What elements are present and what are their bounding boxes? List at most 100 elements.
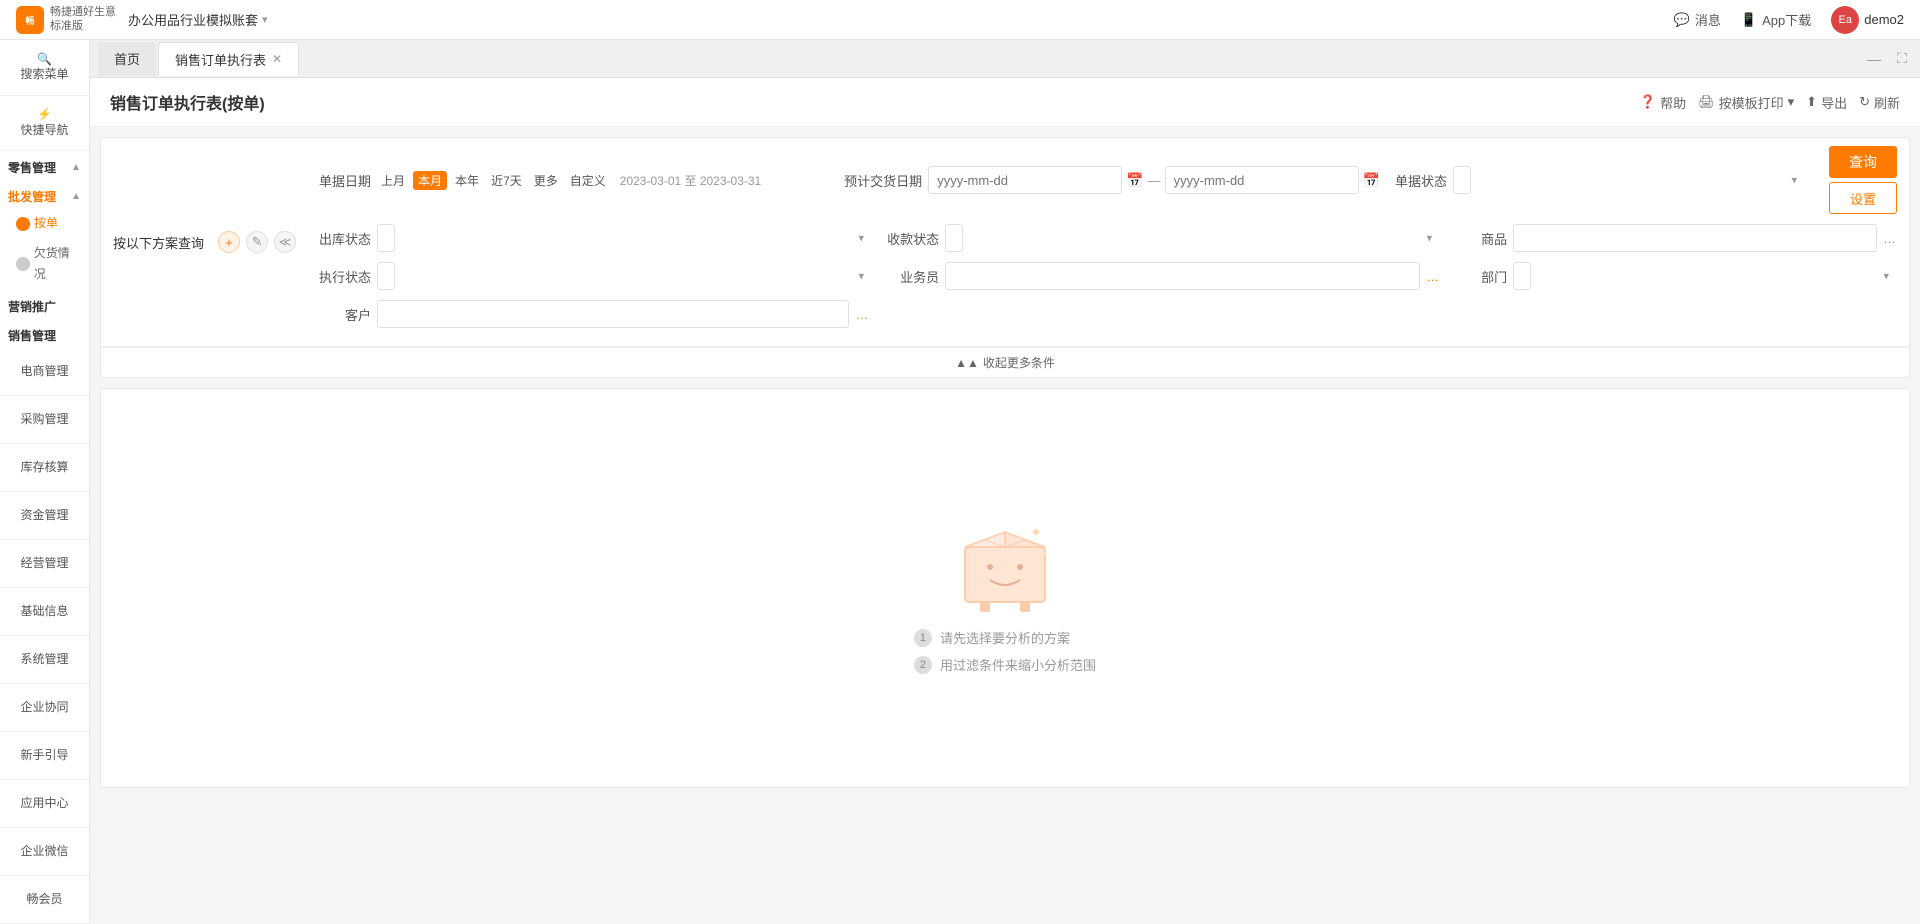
empty-hint-1: 1 请先选择要分析的方案: [914, 628, 1096, 647]
chevron-down-icon: ▾: [262, 13, 268, 26]
page-header: 销售订单执行表(按单) ❓ 帮助 🖨 按模板打印 ▾ ⬆: [90, 78, 1920, 127]
customer-label: 客户: [316, 305, 371, 324]
collect-status-field: 收款状态: [884, 224, 1440, 252]
tab-maximize-icon[interactable]: ⛶: [1892, 49, 1912, 69]
tab-home[interactable]: 首页: [98, 42, 156, 76]
hint-num-2: 2: [914, 656, 932, 674]
top-title[interactable]: 办公用品行业模拟账套 ▾: [128, 10, 268, 29]
logo[interactable]: 畅 畅捷通好生意 标准版: [16, 6, 116, 34]
sidebar-item-sales-mgmt[interactable]: 销售管理: [0, 319, 89, 348]
collapse-button[interactable]: ≪: [274, 231, 296, 253]
grey-dot-icon: [16, 257, 30, 271]
date-tab-last7[interactable]: 近7天: [487, 170, 526, 191]
out-status-select-wrapper: [377, 224, 872, 252]
date-tab-this-year[interactable]: 本年: [451, 170, 483, 191]
collect-status-select[interactable]: [945, 224, 963, 252]
quick-search-label: 按以下方案查询: [113, 233, 204, 252]
refresh-button[interactable]: ↻ 刷新: [1859, 93, 1900, 112]
date-tab-this-month[interactable]: 本月: [413, 171, 447, 190]
sidebar-item-marketing[interactable]: 营销推广: [0, 290, 89, 319]
add-scheme-button[interactable]: +: [218, 231, 240, 253]
help-icon: ❓: [1640, 94, 1656, 110]
sidebar-item-basic-info[interactable]: 基础信息: [0, 588, 89, 636]
date-tab-last-month[interactable]: 上月: [377, 170, 409, 191]
calendar-icon[interactable]: 📅: [1126, 172, 1143, 189]
sidebar-item-new-guide[interactable]: 新手引导: [0, 732, 89, 780]
sidebar-item-wholesale[interactable]: 批发管理 ▲: [0, 180, 89, 209]
sidebar-item-app-center[interactable]: 应用中心: [0, 780, 89, 828]
expected-date-to[interactable]: [1165, 166, 1359, 194]
sidebar-item-quick-nav[interactable]: ⚡ 快捷导航: [0, 96, 89, 152]
expected-date-field: 预计交货日期 📅 — 📅: [844, 166, 1380, 194]
date-tab-custom[interactable]: 自定义: [566, 170, 610, 191]
sidebar-item-inventory[interactable]: 库存核算: [0, 444, 89, 492]
out-status-label: 出库状态: [316, 229, 371, 248]
sidebar-item-retail[interactable]: 零售管理 ▲: [0, 151, 89, 180]
svg-text:畅: 畅: [25, 15, 34, 26]
calendar-icon-2[interactable]: 📅: [1363, 172, 1380, 189]
settings-button[interactable]: 设置: [1829, 182, 1897, 214]
chevron-icon: ▲: [71, 162, 81, 173]
department-select[interactable]: [1513, 262, 1531, 290]
filter-header-icons: + ✎ ≪: [218, 231, 296, 253]
goods-more-icon[interactable]: …: [1883, 231, 1897, 246]
salesperson-input[interactable]: [945, 262, 1420, 290]
edit-scheme-button[interactable]: ✎: [246, 231, 268, 253]
filter-fields: 单据日期 上月 本月 本年 近7天 更多 自定义: [296, 146, 1897, 338]
tab-minimize-icon[interactable]: —: [1864, 49, 1884, 69]
sidebar-item-operations[interactable]: 经营管理: [0, 540, 89, 588]
orange-dot-icon: [16, 217, 30, 231]
doc-status-select-wrapper: [1453, 166, 1805, 194]
filter-row-1: 单据日期 上月 本月 本年 近7天 更多 自定义: [316, 146, 1897, 214]
print-button[interactable]: 🖨 按模板打印 ▾: [1698, 93, 1794, 112]
query-settings-buttons: 查询 设置: [1829, 146, 1897, 214]
date-field: 单据日期 上月 本月 本年 近7天 更多 自定义: [316, 170, 832, 191]
collapse-up-icon: ▲▲: [955, 356, 979, 370]
out-status-field: 出库状态: [316, 224, 872, 252]
sidebar-item-purchase[interactable]: 采购管理: [0, 396, 89, 444]
sidebar-sub-owe-info[interactable]: 欠货情况: [0, 239, 89, 290]
date-tab-more[interactable]: 更多: [530, 170, 562, 191]
app-download-action[interactable]: 📱 App下载: [1741, 10, 1811, 29]
page-title: 销售订单执行表(按单): [110, 90, 265, 114]
tab-bar: 首页 销售订单执行表 ✕ — ⛶: [90, 40, 1920, 78]
sidebar-item-enterprise[interactable]: 企业协同: [0, 684, 89, 732]
tab-close-icon[interactable]: ✕: [272, 52, 282, 66]
empty-hints: 1 请先选择要分析的方案 2 用过滤条件来缩小分析范围: [914, 628, 1096, 674]
nav-icon: ⚡: [37, 107, 52, 123]
message-action[interactable]: 💬 消息: [1674, 10, 1721, 29]
out-status-select[interactable]: [377, 224, 395, 252]
filter-row-4: 客户 …: [316, 300, 1897, 328]
sidebar-item-search-menu[interactable]: 🔍 搜索菜单: [0, 40, 89, 96]
customer-input[interactable]: [377, 300, 849, 328]
user-profile[interactable]: Ea demo2: [1831, 6, 1904, 34]
sidebar-item-finance[interactable]: 资金管理: [0, 492, 89, 540]
sidebar-item-enterprise-wechat[interactable]: 企业微信: [0, 828, 89, 876]
customer-more-icon[interactable]: …: [855, 307, 869, 322]
empty-hint-2: 2 用过滤条件来缩小分析范围: [914, 655, 1096, 674]
expected-date-from[interactable]: [928, 166, 1122, 194]
sidebar-item-system[interactable]: 系统管理: [0, 636, 89, 684]
sidebar-item-ecommerce[interactable]: 电商管理: [0, 348, 89, 396]
sidebar-item-member[interactable]: 畅会员: [0, 876, 89, 924]
logo-text: 畅捷通好生意 标准版: [50, 6, 116, 32]
date-label: 单据日期: [316, 171, 371, 190]
department-select-wrapper: [1513, 262, 1897, 290]
query-button[interactable]: 查询: [1829, 146, 1897, 178]
expected-date-range: 📅 — 📅: [928, 166, 1380, 194]
exec-status-select[interactable]: [377, 262, 395, 290]
goods-input[interactable]: [1513, 224, 1877, 252]
export-icon: ⬆: [1806, 94, 1817, 110]
sidebar: 🔍 搜索菜单 ⚡ 快捷导航 零售管理 ▲ 批发管理 ▲ 按单: [0, 40, 90, 924]
department-field: 部门: [1452, 262, 1897, 290]
export-button[interactable]: ⬆ 导出: [1806, 93, 1847, 112]
collapse-more-bar[interactable]: ▲▲ 收起更多条件: [101, 347, 1909, 377]
sidebar-sub-press-order[interactable]: 按单: [0, 209, 89, 239]
exec-status-select-wrapper: [377, 262, 872, 290]
salesperson-more-icon[interactable]: …: [1426, 269, 1440, 284]
date-separator: —: [1148, 173, 1161, 188]
help-button[interactable]: ❓ 帮助: [1640, 93, 1686, 112]
doc-status-select[interactable]: [1453, 166, 1471, 194]
tab-sales-exec[interactable]: 销售订单执行表 ✕: [158, 42, 299, 76]
empty-state: ✦ ✦ 1 请先选择要分析的方案: [894, 422, 1116, 754]
